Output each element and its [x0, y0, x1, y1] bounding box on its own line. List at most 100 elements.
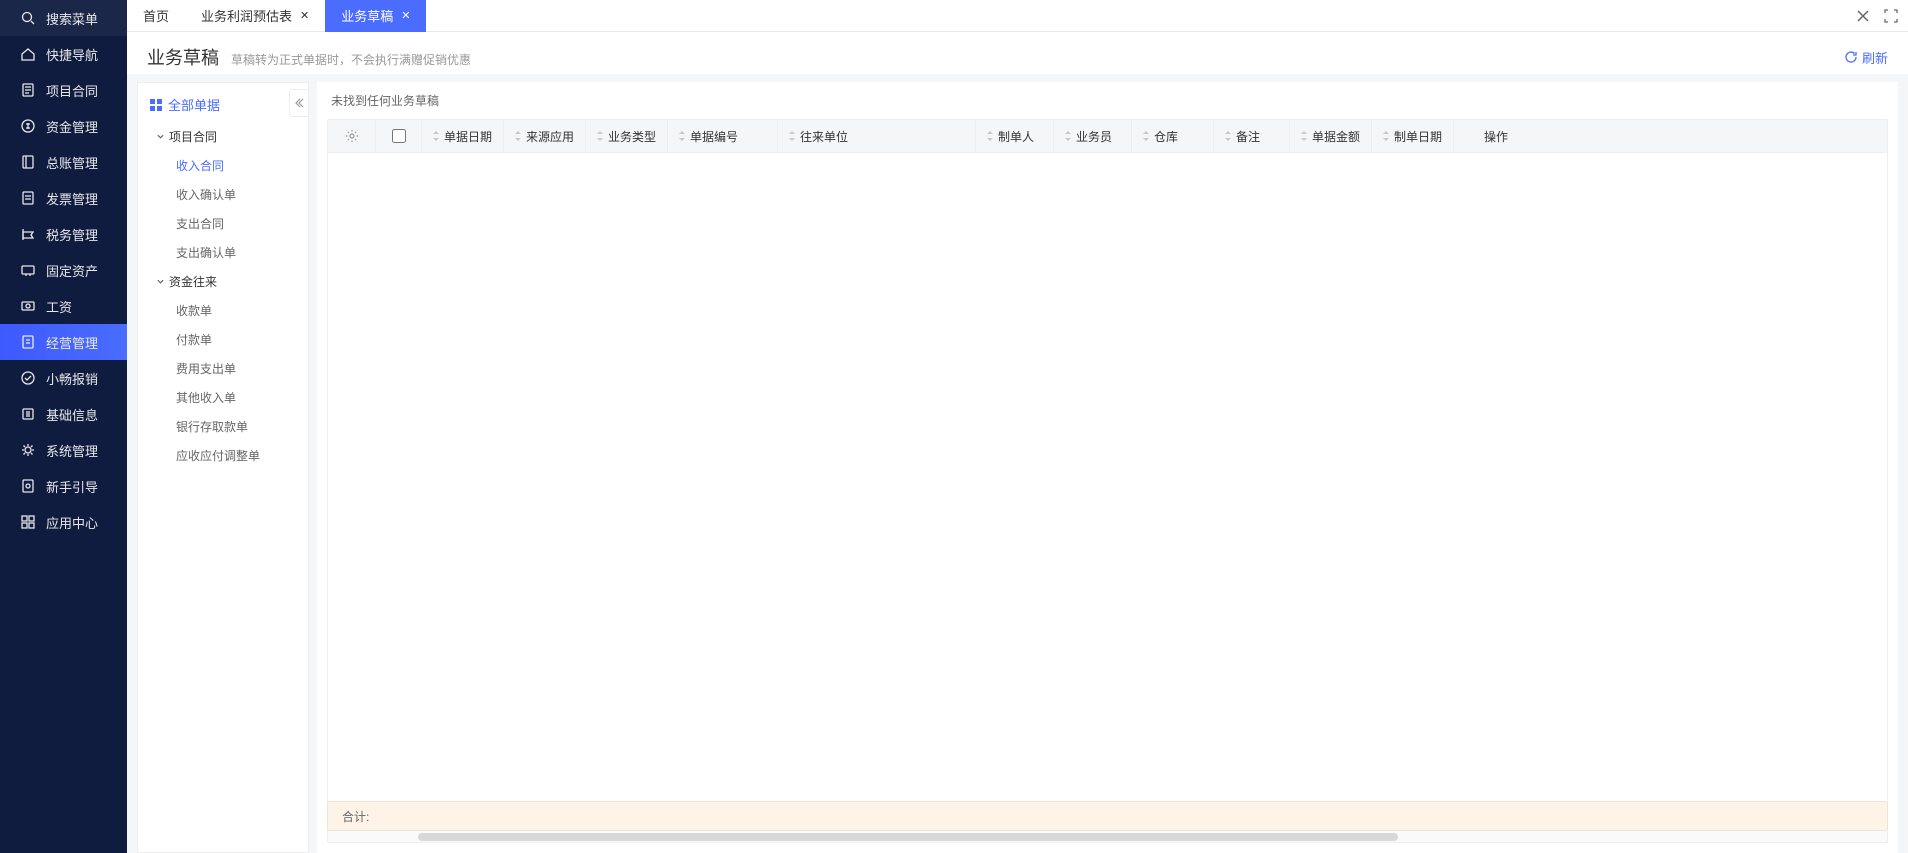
sort-icon[interactable] [432, 131, 440, 141]
tab-1[interactable]: 业务利润预估表✕ [185, 0, 325, 32]
sort-icon[interactable] [1224, 131, 1232, 141]
empty-message: 未找到任何业务草稿 [317, 82, 1898, 119]
sidebar-item-label: 小畅报销 [46, 369, 98, 388]
sidebar-item-label: 总账管理 [46, 153, 98, 172]
tree-group-0[interactable]: 项目合同 [146, 122, 300, 151]
tree-group-1[interactable]: 资金往来 [146, 267, 300, 296]
column-header-3[interactable]: 单据编号 [668, 120, 778, 152]
column-label: 来源应用 [526, 128, 574, 145]
sidebar-item-label: 固定资产 [46, 261, 98, 280]
system-icon [20, 442, 36, 458]
tree-leaf-0-2[interactable]: 支出合同 [146, 209, 300, 238]
tab-0[interactable]: 首页 [127, 0, 185, 32]
sidebar-item-7[interactable]: 固定资产 [0, 252, 127, 288]
tree-leaf-1-4[interactable]: 银行存取款单 [146, 412, 300, 441]
horizontal-scrollbar[interactable] [327, 831, 1888, 843]
tab-label: 业务草稿 [341, 6, 393, 25]
tab-2[interactable]: 业务草稿 ✕ [325, 0, 426, 32]
tree-leaf-1-3[interactable]: 其他收入单 [146, 383, 300, 412]
column-header-9[interactable]: 单据金额 [1290, 120, 1372, 152]
sidebar-item-14[interactable]: 应用中心 [0, 504, 127, 540]
tree-leaf-0-0[interactable]: 收入合同 [146, 151, 300, 180]
table-settings-button[interactable] [328, 120, 376, 152]
sidebar-item-11[interactable]: 基础信息 [0, 396, 127, 432]
info-icon [20, 406, 36, 422]
sidebar-item-label: 快捷导航 [46, 45, 98, 64]
sidebar-item-3[interactable]: 资金管理 [0, 108, 127, 144]
sort-icon[interactable] [596, 131, 604, 141]
tree-leaf-1-0[interactable]: 收款单 [146, 296, 300, 325]
column-label: 制单日期 [1394, 128, 1442, 145]
page-subtitle: 草稿转为正式单据时，不会执行满赠促销优惠 [231, 51, 471, 68]
refresh-button[interactable]: 刷新 [1844, 48, 1888, 67]
column-header-0[interactable]: 单据日期 [422, 120, 504, 152]
sort-icon[interactable] [1142, 131, 1150, 141]
tab-close-icon[interactable]: ✕ [401, 9, 410, 22]
sidebar-item-10[interactable]: 小畅报销 [0, 360, 127, 396]
scrollbar-thumb[interactable] [418, 833, 1398, 841]
column-label: 单据编号 [690, 128, 738, 145]
column-header-10[interactable]: 制单日期 [1372, 120, 1454, 152]
sidebar-item-4[interactable]: 总账管理 [0, 144, 127, 180]
tree-leaf-1-5[interactable]: 应收应付调整单 [146, 441, 300, 470]
sidebar-item-1[interactable]: 快捷导航 [0, 36, 127, 72]
filter-header-label: 全部单据 [168, 95, 220, 114]
tab-close-icon[interactable]: ✕ [300, 9, 309, 22]
column-header-5[interactable]: 制单人 [976, 120, 1054, 152]
sort-icon[interactable] [514, 131, 522, 141]
sort-icon[interactable] [1300, 131, 1308, 141]
sort-icon[interactable] [1064, 131, 1072, 141]
tree-leaf-1-1[interactable]: 付款单 [146, 325, 300, 354]
column-label: 往来单位 [800, 128, 848, 145]
select-all-checkbox[interactable] [392, 129, 406, 143]
sidebar-item-label: 新手引导 [46, 477, 98, 496]
tree-leaf-0-3[interactable]: 支出确认单 [146, 238, 300, 267]
column-header-4[interactable]: 往来单位 [778, 120, 976, 152]
column-header-2[interactable]: 业务类型 [586, 120, 668, 152]
tree-leaf-1-2[interactable]: 费用支出单 [146, 354, 300, 383]
filter-sidebar: 全部单据 项目合同收入合同收入确认单支出合同支出确认单资金往来收款单付款单费用支… [137, 82, 309, 853]
tab-label: 首页 [143, 6, 169, 25]
sidebar-item-label: 资金管理 [46, 117, 98, 136]
page-header: 业务草稿 草稿转为正式单据时，不会执行满赠促销优惠 刷新 [127, 32, 1908, 74]
sort-icon[interactable] [788, 131, 796, 141]
ledger-icon [20, 154, 36, 170]
column-label: 备注 [1236, 128, 1260, 145]
sort-icon[interactable] [986, 131, 994, 141]
sidebar-item-13[interactable]: 新手引导 [0, 468, 127, 504]
home-icon [20, 46, 36, 62]
column-header-6[interactable]: 业务员 [1054, 120, 1132, 152]
chevron-down-icon [156, 277, 165, 286]
tree-leaf-0-1[interactable]: 收入确认单 [146, 180, 300, 209]
column-header-8[interactable]: 备注 [1214, 120, 1290, 152]
sidebar-item-8[interactable]: 工资 [0, 288, 127, 324]
filter-all-docs[interactable]: 全部单据 [138, 87, 308, 122]
tabs-bar: 首页业务利润预估表✕ 业务草稿 ✕ [127, 0, 1908, 32]
column-label: 业务员 [1076, 128, 1112, 145]
close-icon[interactable] [1856, 9, 1870, 23]
sidebar-item-12[interactable]: 系统管理 [0, 432, 127, 468]
column-label: 单据金额 [1312, 128, 1360, 145]
chevron-down-icon [156, 132, 165, 141]
column-header-7[interactable]: 仓库 [1132, 120, 1214, 152]
sidebar-item-2[interactable]: 项目合同 [0, 72, 127, 108]
sidebar-item-6[interactable]: 税务管理 [0, 216, 127, 252]
sort-icon[interactable] [678, 131, 686, 141]
fullscreen-icon[interactable] [1884, 9, 1898, 23]
column-label: 仓库 [1154, 128, 1178, 145]
sidebar-item-0[interactable]: 搜索菜单 [0, 0, 127, 36]
table-footer: 合计: [327, 801, 1888, 831]
apps-icon [20, 514, 36, 530]
collapse-sidebar-button[interactable] [289, 89, 309, 117]
column-label: 操作 [1484, 128, 1508, 145]
column-header-1[interactable]: 来源应用 [504, 120, 586, 152]
sidebar-item-5[interactable]: 发票管理 [0, 180, 127, 216]
sidebar-item-9[interactable]: 经营管理 [0, 324, 127, 360]
select-all-checkbox-cell [376, 120, 422, 152]
doc-icon [20, 82, 36, 98]
tax-icon [20, 226, 36, 242]
table-header: 单据日期 来源应用业务类型 单据编号 往来单位 制单人 业务员 仓库 备注 单据金额 制单日期 操作 [327, 119, 1888, 153]
grid-icon [150, 99, 162, 111]
column-header-11[interactable]: 操作 [1454, 120, 1538, 152]
sort-icon[interactable] [1382, 131, 1390, 141]
